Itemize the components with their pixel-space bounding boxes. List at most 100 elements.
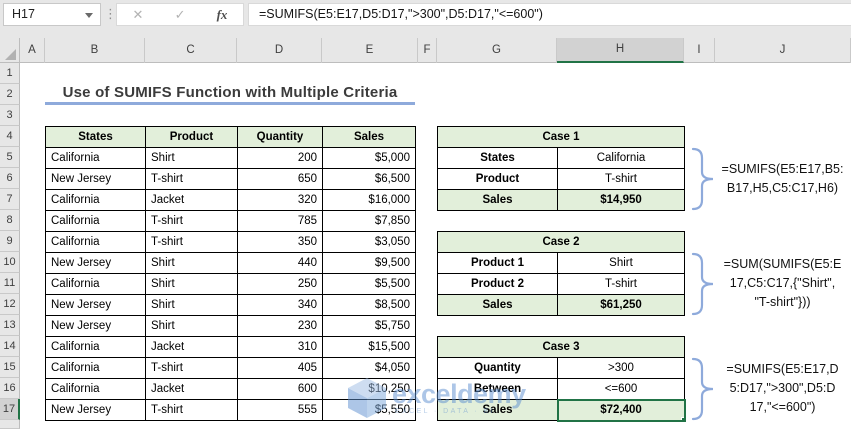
case2-title[interactable]: Case 2 bbox=[438, 232, 685, 253]
cell-quantity-row17[interactable]: 555 bbox=[238, 400, 323, 421]
cell-states-row11[interactable]: California bbox=[46, 274, 146, 295]
cell-quantity-row16[interactable]: 600 bbox=[238, 379, 323, 400]
row-header-3[interactable]: 3 bbox=[0, 105, 20, 126]
cell-product-row15[interactable]: T-shirt bbox=[146, 358, 238, 379]
main-table-header-1[interactable]: Product bbox=[146, 127, 238, 148]
cell-quantity-row10[interactable]: 440 bbox=[238, 253, 323, 274]
cell-states-row7[interactable]: California bbox=[46, 190, 146, 211]
cell-sales-row13[interactable]: $5,750 bbox=[323, 316, 416, 337]
case1-title[interactable]: Case 1 bbox=[438, 127, 685, 148]
cell-states-row14[interactable]: California bbox=[46, 337, 146, 358]
cell-sales-row8[interactable]: $7,850 bbox=[323, 211, 416, 232]
insert-function-icon[interactable]: fx bbox=[217, 7, 228, 23]
column-header-F[interactable]: F bbox=[418, 38, 437, 63]
cell-sales-row6[interactable]: $6,500 bbox=[323, 169, 416, 190]
row-header-4[interactable]: 4 bbox=[0, 126, 20, 147]
cell-product-row9[interactable]: T-shirt bbox=[146, 232, 238, 253]
sheet-title[interactable]: Use of SUMIFS Function with Multiple Cri… bbox=[45, 83, 415, 105]
column-header-H[interactable]: H bbox=[557, 38, 684, 63]
row-header-15[interactable]: 15 bbox=[0, 357, 20, 378]
select-all-corner[interactable] bbox=[0, 38, 20, 63]
column-header-E[interactable]: E bbox=[322, 38, 418, 63]
case1-label-1[interactable]: Product bbox=[438, 169, 558, 190]
case1-label-0[interactable]: States bbox=[438, 148, 558, 169]
cell-product-row8[interactable]: T-shirt bbox=[146, 211, 238, 232]
row-header-12[interactable]: 12 bbox=[0, 294, 20, 315]
column-header-G[interactable]: G bbox=[437, 38, 557, 63]
cell-product-row17[interactable]: T-shirt bbox=[146, 400, 238, 421]
cell-states-row13[interactable]: New Jersey bbox=[46, 316, 146, 337]
cell-states-row15[interactable]: California bbox=[46, 358, 146, 379]
row-header-10[interactable]: 10 bbox=[0, 252, 20, 273]
fill-handle[interactable] bbox=[681, 417, 684, 420]
case3-label-1[interactable]: Between bbox=[438, 379, 558, 400]
cell-quantity-row15[interactable]: 405 bbox=[238, 358, 323, 379]
cell-quantity-row9[interactable]: 350 bbox=[238, 232, 323, 253]
row-header-14[interactable]: 14 bbox=[0, 336, 20, 357]
row-header-11[interactable]: 11 bbox=[0, 273, 20, 294]
cell-sales-row9[interactable]: $3,050 bbox=[323, 232, 416, 253]
column-header-D[interactable]: D bbox=[237, 38, 322, 63]
case2-label-0[interactable]: Product 1 bbox=[438, 253, 558, 274]
row-header-5[interactable]: 5 bbox=[0, 147, 20, 168]
cell-quantity-row11[interactable]: 250 bbox=[238, 274, 323, 295]
row-header-16[interactable]: 16 bbox=[0, 378, 20, 399]
cell-states-row10[interactable]: New Jersey bbox=[46, 253, 146, 274]
case3-label-0[interactable]: Quantity bbox=[438, 358, 558, 379]
cell-product-row11[interactable]: Shirt bbox=[146, 274, 238, 295]
case2-value-2[interactable]: $61,250 bbox=[558, 295, 685, 316]
case2-value-1[interactable]: T-shirt bbox=[558, 274, 685, 295]
case3-value-0[interactable]: >300 bbox=[558, 358, 685, 379]
name-box-dropdown-icon[interactable] bbox=[85, 13, 93, 18]
case3-value-1[interactable]: <=600 bbox=[558, 379, 685, 400]
column-header-J[interactable]: J bbox=[715, 38, 851, 63]
cell-product-row13[interactable]: Shirt bbox=[146, 316, 238, 337]
enter-icon[interactable]: ✓ bbox=[175, 7, 186, 23]
cell-sales-row17[interactable]: $5,550 bbox=[323, 400, 416, 421]
row-header-6[interactable]: 6 bbox=[0, 168, 20, 189]
case3-label-2[interactable]: Sales bbox=[438, 400, 558, 421]
cell-states-row12[interactable]: New Jersey bbox=[46, 295, 146, 316]
main-table-header-0[interactable]: States bbox=[46, 127, 146, 148]
case2-label-1[interactable]: Product 2 bbox=[438, 274, 558, 295]
cell-sales-row11[interactable]: $5,500 bbox=[323, 274, 416, 295]
row-header-13[interactable]: 13 bbox=[0, 315, 20, 336]
row-header-8[interactable]: 8 bbox=[0, 210, 20, 231]
row-header-7[interactable]: 7 bbox=[0, 189, 20, 210]
cell-quantity-row12[interactable]: 340 bbox=[238, 295, 323, 316]
cell-product-row16[interactable]: Jacket bbox=[146, 379, 238, 400]
cell-states-row5[interactable]: California bbox=[46, 148, 146, 169]
cell-quantity-row14[interactable]: 310 bbox=[238, 337, 323, 358]
cell-states-row16[interactable]: California bbox=[46, 379, 146, 400]
row-header-1[interactable]: 1 bbox=[0, 63, 20, 84]
case1-value-1[interactable]: T-shirt bbox=[558, 169, 685, 190]
column-header-A[interactable]: A bbox=[20, 38, 45, 63]
cell-quantity-row8[interactable]: 785 bbox=[238, 211, 323, 232]
cell-product-row6[interactable]: T-shirt bbox=[146, 169, 238, 190]
cell-product-row14[interactable]: Jacket bbox=[146, 337, 238, 358]
row-header-2[interactable]: 2 bbox=[0, 84, 20, 105]
case2-value-0[interactable]: Shirt bbox=[558, 253, 685, 274]
cell-quantity-row7[interactable]: 320 bbox=[238, 190, 323, 211]
cell-quantity-row13[interactable]: 230 bbox=[238, 316, 323, 337]
cell-product-row10[interactable]: Shirt bbox=[146, 253, 238, 274]
case1-label-2[interactable]: Sales bbox=[438, 190, 558, 211]
row-header-9[interactable]: 9 bbox=[0, 231, 20, 252]
case3-title[interactable]: Case 3 bbox=[438, 337, 685, 358]
cell-product-row7[interactable]: Jacket bbox=[146, 190, 238, 211]
column-header-I[interactable]: I bbox=[684, 38, 715, 63]
formula-input[interactable]: =SUMIFS(E5:E17,D5:D17,">300",D5:D17,"<=6… bbox=[248, 3, 851, 26]
cell-states-row17[interactable]: New Jersey bbox=[46, 400, 146, 421]
name-box[interactable]: H17 bbox=[3, 3, 101, 26]
cell-sales-row15[interactable]: $4,050 bbox=[323, 358, 416, 379]
cell-states-row6[interactable]: New Jersey bbox=[46, 169, 146, 190]
cell-product-row5[interactable]: Shirt bbox=[146, 148, 238, 169]
column-header-B[interactable]: B bbox=[45, 38, 145, 63]
cell-sales-row5[interactable]: $5,000 bbox=[323, 148, 416, 169]
case1-value-0[interactable]: California bbox=[558, 148, 685, 169]
cancel-icon[interactable]: ✕ bbox=[133, 7, 144, 23]
case3-value-2[interactable]: $72,400 bbox=[557, 399, 686, 422]
cell-sales-row14[interactable]: $15,500 bbox=[323, 337, 416, 358]
cell-quantity-row6[interactable]: 650 bbox=[238, 169, 323, 190]
cell-sales-row10[interactable]: $9,500 bbox=[323, 253, 416, 274]
